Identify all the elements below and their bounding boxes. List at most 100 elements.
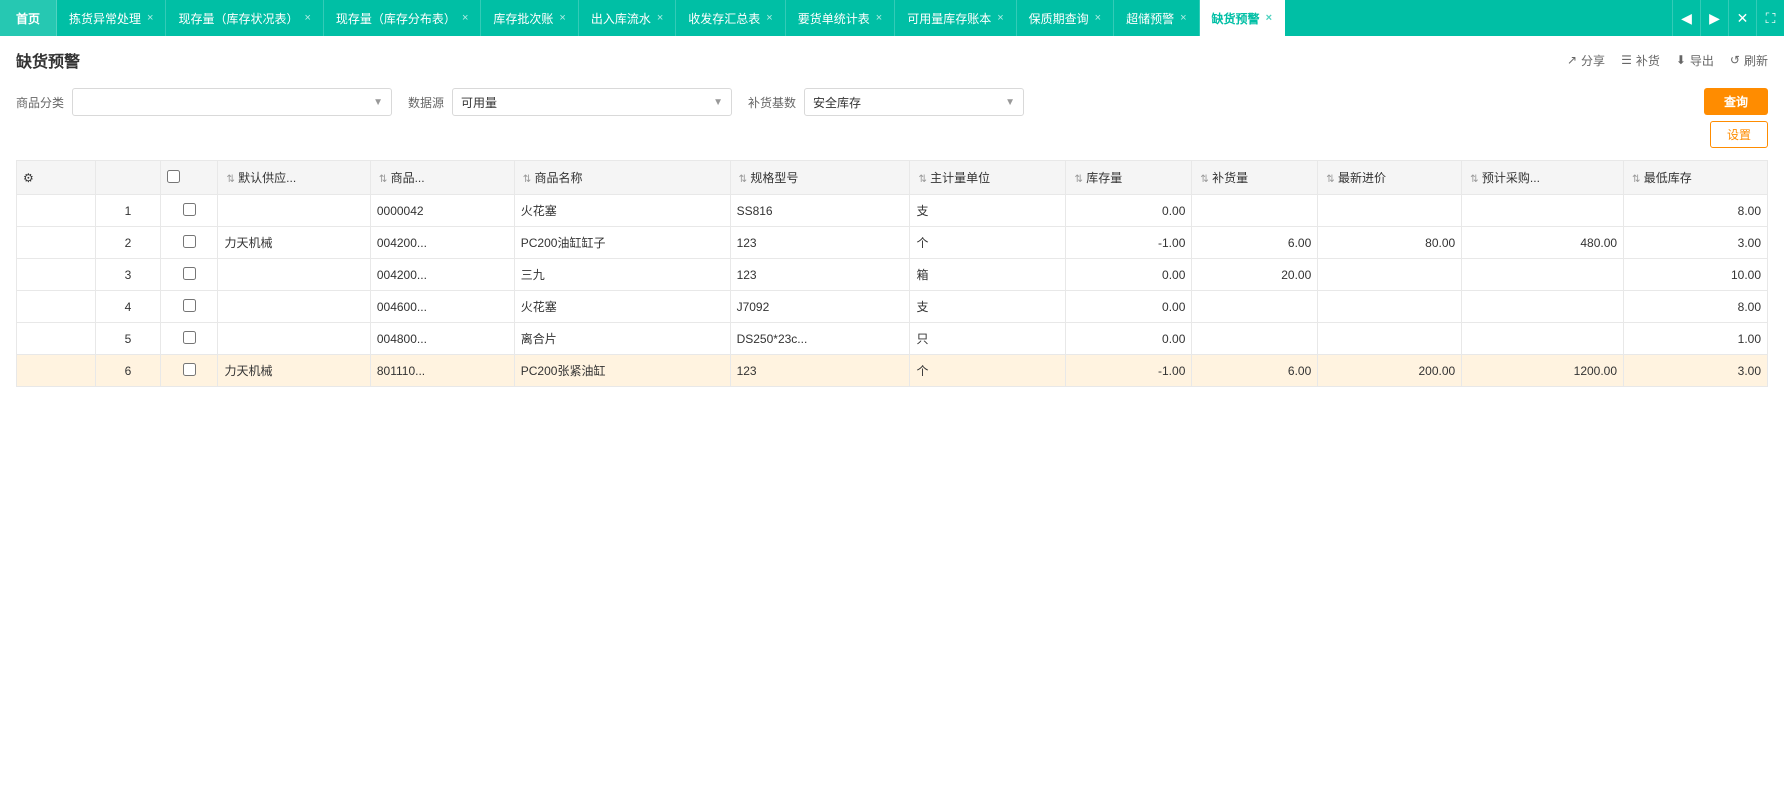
th-product-name[interactable]: ⇅ 商品名称 <box>514 161 730 195</box>
th-check[interactable] <box>160 161 218 195</box>
row-check[interactable] <box>160 227 218 259</box>
refresh-button[interactable]: ↺ 刷新 <box>1730 52 1768 69</box>
tab-scroll-left-btn[interactable]: ◀ <box>1672 0 1700 36</box>
tab-expiry[interactable]: 保质期查询 × <box>1017 0 1114 36</box>
tab-overstock[interactable]: 超储预警 × <box>1114 0 1199 36</box>
datasource-label: 数据源 <box>408 94 444 111</box>
tab-close-all-btn[interactable]: ✕ <box>1728 0 1756 36</box>
row-supplier: 力天机械 <box>218 355 370 387</box>
tab-fullscreen-btn[interactable]: ⛶ <box>1756 0 1784 36</box>
close-icon[interactable]: × <box>766 12 772 24</box>
row-check[interactable] <box>160 291 218 323</box>
close-icon[interactable]: × <box>559 12 565 24</box>
th-spec[interactable]: ⇅ 规格型号 <box>730 161 910 195</box>
close-icon[interactable]: × <box>304 12 310 24</box>
select-all-checkbox[interactable] <box>167 170 180 183</box>
row-checkbox[interactable] <box>183 203 196 216</box>
row-stock: -1.00 <box>1066 355 1192 387</box>
close-icon[interactable]: × <box>1095 12 1101 24</box>
row-gear-cell <box>17 323 96 355</box>
row-check[interactable] <box>160 355 218 387</box>
table-row: 6 力天机械 801110... PC200张紧油缸 123 个 -1.00 6… <box>17 355 1768 387</box>
tab-available[interactable]: 可用量库存账本 × <box>895 0 1016 36</box>
th-unit[interactable]: ⇅ 主计量单位 <box>910 161 1066 195</box>
row-product-code: 004200... <box>370 259 514 291</box>
page-title: 缺货预警 <box>16 48 80 72</box>
row-est-purchase <box>1462 259 1624 291</box>
row-latest-price: 80.00 <box>1318 227 1462 259</box>
row-latest-price <box>1318 291 1462 323</box>
header-actions: ↗ 分享 ☰ 补货 ⬇ 导出 ↺ 刷新 <box>1567 52 1768 69</box>
row-check[interactable] <box>160 323 218 355</box>
row-unit: 只 <box>910 323 1066 355</box>
sort-icon: ⇅ <box>1632 174 1640 185</box>
row-product-name: PC200油缸缸子 <box>514 227 730 259</box>
row-gear-cell <box>17 355 96 387</box>
row-checkbox[interactable] <box>183 331 196 344</box>
category-select[interactable]: ▼ <box>72 88 392 116</box>
export-button[interactable]: ⬇ 导出 <box>1676 52 1714 69</box>
row-checkbox[interactable] <box>183 299 196 312</box>
tab-exception[interactable]: 拣货异常处理 × <box>57 0 166 36</box>
export-icon: ⬇ <box>1676 53 1686 67</box>
row-num: 6 <box>96 355 161 387</box>
row-product-name: 三九 <box>514 259 730 291</box>
th-latest-price[interactable]: ⇅ 最新进价 <box>1318 161 1462 195</box>
tab-stock-status[interactable]: 现存量（库存状况表） × <box>166 0 323 36</box>
datasource-value: 可用量 <box>461 94 497 111</box>
gear-icon[interactable]: ⚙ <box>23 171 34 185</box>
th-min-stock[interactable]: ⇅ 最低库存 <box>1624 161 1768 195</box>
row-product-name: 火花塞 <box>514 195 730 227</box>
row-supplier <box>218 259 370 291</box>
close-icon[interactable]: × <box>1266 12 1272 24</box>
row-latest-price <box>1318 195 1462 227</box>
tab-home[interactable]: 首页 <box>0 0 57 36</box>
th-gear[interactable]: ⚙ <box>17 161 96 195</box>
row-product-name: 离合片 <box>514 323 730 355</box>
datasource-select[interactable]: 可用量 ▼ <box>452 88 732 116</box>
query-button[interactable]: 查询 <box>1704 88 1768 115</box>
close-icon[interactable]: × <box>462 12 468 24</box>
row-unit: 支 <box>910 291 1066 323</box>
table-row: 4 004600... 火花塞 J7092 支 0.00 8.00 <box>17 291 1768 323</box>
tab-order-stat[interactable]: 要货单统计表 × <box>786 0 895 36</box>
close-icon[interactable]: × <box>1180 12 1186 24</box>
row-unit: 个 <box>910 355 1066 387</box>
th-est-purchase[interactable]: ⇅ 预计采购... <box>1462 161 1624 195</box>
settings-button[interactable]: 设置 <box>1710 121 1768 148</box>
row-replenish-qty <box>1192 195 1318 227</box>
close-icon[interactable]: × <box>876 12 882 24</box>
tab-shortage[interactable]: 缺货预警 × <box>1200 0 1285 36</box>
row-checkbox[interactable] <box>183 235 196 248</box>
tab-scroll-right-btn[interactable]: ▶ <box>1700 0 1728 36</box>
row-min-stock: 8.00 <box>1624 195 1768 227</box>
close-icon[interactable]: × <box>997 12 1003 24</box>
share-button[interactable]: ↗ 分享 <box>1567 52 1605 69</box>
th-stock[interactable]: ⇅ 库存量 <box>1066 161 1192 195</box>
row-check[interactable] <box>160 259 218 291</box>
close-icon[interactable]: × <box>147 12 153 24</box>
page-header: 缺货预警 ↗ 分享 ☰ 补货 ⬇ 导出 ↺ 刷新 <box>16 48 1768 72</box>
row-checkbox[interactable] <box>183 267 196 280</box>
tab-stock-dist[interactable]: 现存量（库存分布表） × <box>324 0 481 36</box>
row-replenish-qty: 6.00 <box>1192 227 1318 259</box>
sort-icon: ⇅ <box>1470 174 1478 185</box>
tab-collect[interactable]: 收发存汇总表 × <box>676 0 785 36</box>
row-product-code: 004600... <box>370 291 514 323</box>
replenish-dropdown-icon: ▼ <box>1005 97 1015 108</box>
th-supplier[interactable]: ⇅ 默认供应... <box>218 161 370 195</box>
tab-batch[interactable]: 库存批次账 × <box>481 0 578 36</box>
sort-icon: ⇅ <box>226 174 234 185</box>
row-check[interactable] <box>160 195 218 227</box>
th-product-code[interactable]: ⇅ 商品... <box>370 161 514 195</box>
close-icon[interactable]: × <box>657 12 663 24</box>
replenish-icon: ☰ <box>1621 53 1632 67</box>
tab-inout[interactable]: 出入库流水 × <box>579 0 676 36</box>
row-checkbox[interactable] <box>183 363 196 376</box>
replenish-select[interactable]: 安全库存 ▼ <box>804 88 1024 116</box>
row-replenish-qty <box>1192 323 1318 355</box>
th-replenish-qty[interactable]: ⇅ 补货量 <box>1192 161 1318 195</box>
row-product-code: 004800... <box>370 323 514 355</box>
replenish-button[interactable]: ☰ 补货 <box>1621 52 1660 69</box>
row-est-purchase <box>1462 291 1624 323</box>
